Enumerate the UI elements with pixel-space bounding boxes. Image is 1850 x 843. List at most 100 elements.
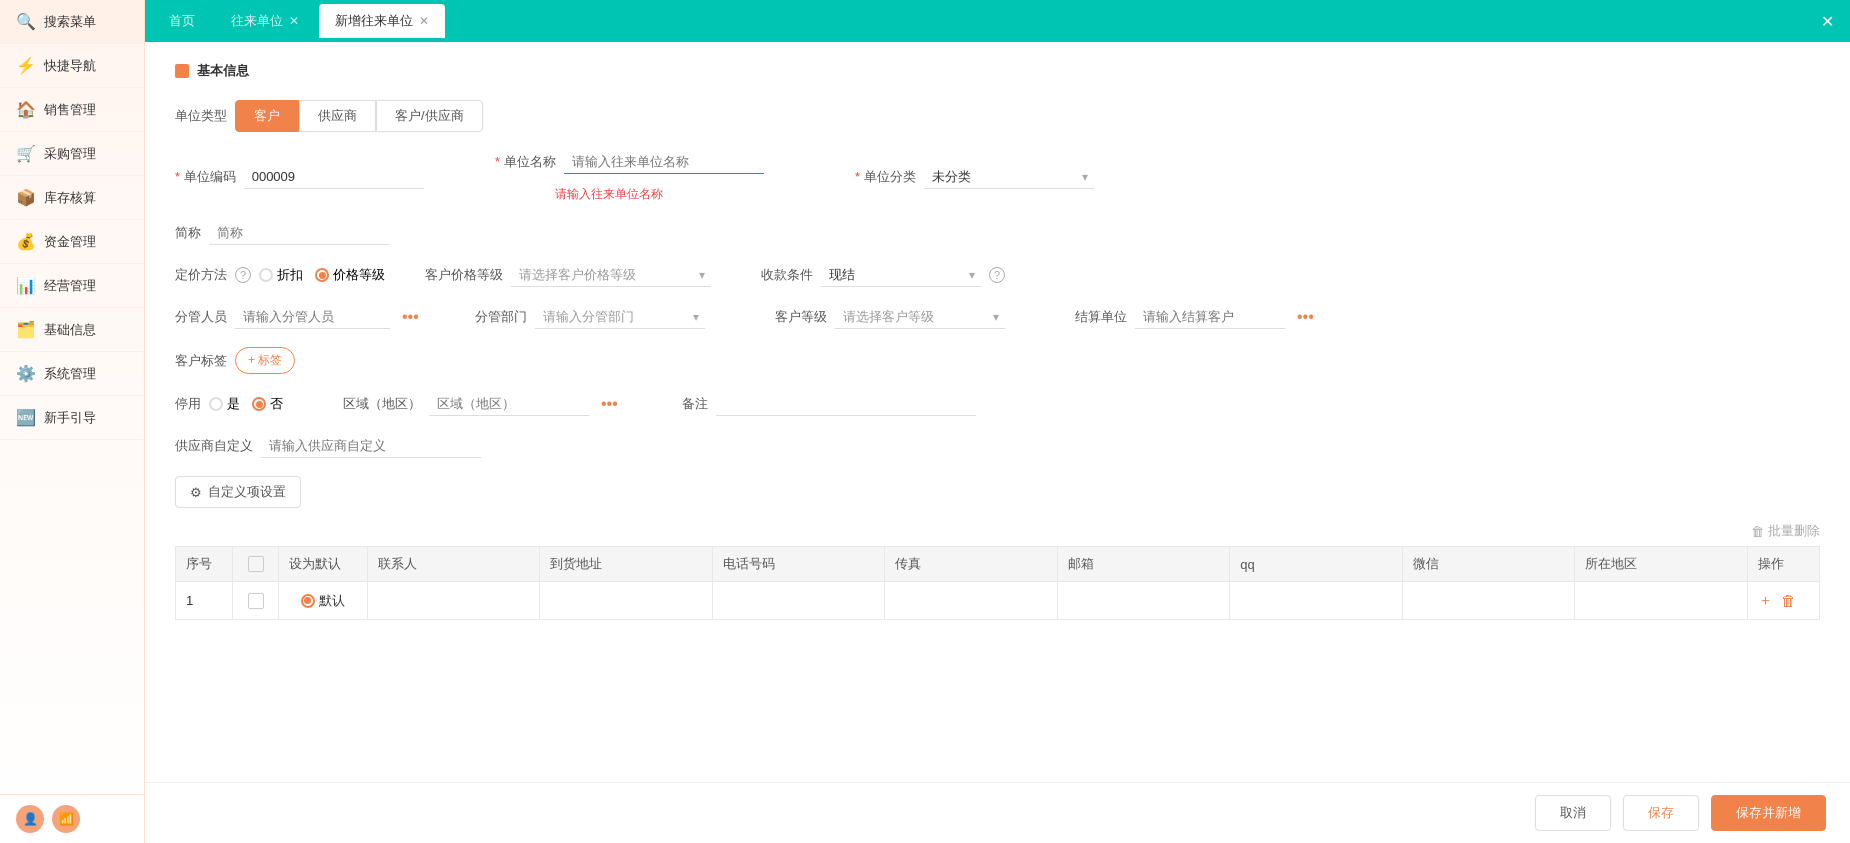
cell-region[interactable] (1575, 582, 1747, 620)
customer-level-select[interactable]: 请选择客户等级 (835, 305, 1005, 329)
section-title: 基本信息 (197, 62, 249, 80)
supplier-custom-input[interactable] (261, 434, 481, 458)
sidebar-item-system[interactable]: ⚙️ 系统管理 (0, 352, 144, 396)
col-checkbox-header[interactable] (233, 547, 278, 582)
cell-address[interactable] (540, 582, 712, 620)
tab-contacts-close[interactable]: ✕ (289, 15, 299, 27)
contact-input[interactable] (378, 589, 498, 612)
sidebar-label-system: 系统管理 (44, 365, 96, 383)
signal-icon[interactable]: 📶 (52, 805, 80, 833)
cell-phone[interactable] (712, 582, 884, 620)
col-phone: 电话号码 (712, 547, 884, 582)
delete-row-button[interactable]: 🗑 (1781, 592, 1796, 609)
note-group: 备注 (682, 392, 976, 416)
manager-group: 分管人员 ••• (175, 305, 455, 329)
customer-price-level-label: 客户价格等级 (425, 266, 503, 284)
cell-fax[interactable] (885, 582, 1057, 620)
region-dots[interactable]: ••• (597, 393, 622, 415)
btn-both[interactable]: 客户/供应商 (376, 100, 483, 132)
sidebar-item-purchase[interactable]: 🛒 采购管理 (0, 132, 144, 176)
payment-terms-help-icon[interactable]: ? (989, 267, 1005, 283)
add-tag-button[interactable]: + 标签 (235, 347, 295, 374)
unit-category-select[interactable]: 未分类 (924, 165, 1094, 189)
sidebar-item-operations[interactable]: 📊 经营管理 (0, 264, 144, 308)
customer-tag-label: 客户标签 (175, 352, 227, 370)
sidebar-item-sales[interactable]: 🏠 销售管理 (0, 88, 144, 132)
customer-level-label: 客户等级 (775, 308, 827, 326)
inventory-icon: 📦 (16, 188, 36, 207)
payment-terms-select[interactable]: 现结 (821, 263, 981, 287)
sidebar-item-search[interactable]: 🔍 搜索菜单 (0, 0, 144, 44)
cell-default[interactable]: 默认 (278, 582, 367, 620)
sidebar-item-finance[interactable]: 💰 资金管理 (0, 220, 144, 264)
email-input[interactable] (1068, 589, 1188, 612)
qq-input[interactable] (1240, 589, 1360, 612)
department-select[interactable]: 请输入分管部门 (535, 305, 705, 329)
unit-name-label: 单位名称 (495, 153, 556, 171)
cell-contact[interactable] (368, 582, 540, 620)
custom-settings-button[interactable]: ⚙ 自定义项设置 (175, 476, 301, 508)
unit-name-input[interactable] (564, 150, 764, 174)
col-region: 所在地区 (1575, 547, 1747, 582)
tab-contacts[interactable]: 往来单位 ✕ (215, 4, 315, 38)
add-row-button[interactable]: ＋ (1758, 591, 1773, 610)
short-name-input[interactable] (209, 221, 389, 245)
save-button[interactable]: 保存 (1623, 795, 1699, 831)
pricing-method-group: 定价方法 ? 折扣 价格等级 (175, 266, 385, 284)
sidebar-item-basic-info[interactable]: 🗂️ 基础信息 (0, 308, 144, 352)
payment-terms-label: 收款条件 (761, 266, 813, 284)
customer-price-level-select[interactable]: 请选择客户价格等级 (511, 263, 711, 287)
address-input[interactable] (550, 589, 670, 612)
sidebar-item-inventory[interactable]: 📦 库存核算 (0, 176, 144, 220)
guide-icon: 🆕 (16, 408, 36, 427)
wechat-input[interactable] (1413, 589, 1533, 612)
radio-discount[interactable]: 折扣 (259, 266, 303, 284)
unit-code-input[interactable] (244, 165, 424, 189)
pricing-row: 定价方法 ? 折扣 价格等级 客户价格等级 请选择客 (175, 263, 1820, 287)
pricing-help-icon[interactable]: ? (235, 267, 251, 283)
btn-customer[interactable]: 客户 (235, 100, 299, 132)
cell-email[interactable] (1057, 582, 1229, 620)
cell-checkbox[interactable] (233, 582, 278, 620)
radio-price-level[interactable]: 价格等级 (315, 266, 385, 284)
cell-wechat[interactable] (1402, 582, 1574, 620)
disabled-group: 停用 是 否 (175, 395, 283, 413)
fax-input[interactable] (895, 589, 1015, 612)
manager-dots[interactable]: ••• (398, 306, 423, 328)
payment-terms-wrapper: 现结 (821, 263, 981, 287)
radio-disabled-no[interactable]: 否 (252, 395, 283, 413)
section-icon (175, 64, 189, 78)
manager-input[interactable] (235, 305, 390, 329)
tab-home-label: 首页 (169, 12, 195, 30)
note-input[interactable] (716, 392, 976, 416)
btn-supplier[interactable]: 供应商 (299, 100, 376, 132)
unit-name-error: 请输入往来单位名称 (555, 187, 663, 201)
supplier-custom-row: 供应商自定义 (175, 434, 1820, 458)
radio-discount-label: 折扣 (277, 266, 303, 284)
user-avatar[interactable]: 👤 (16, 805, 44, 833)
settlement-unit-dots[interactable]: ••• (1293, 306, 1318, 328)
sidebar-item-quick-nav[interactable]: ⚡ 快捷导航 (0, 44, 144, 88)
finance-icon: 💰 (16, 232, 36, 251)
settlement-unit-input[interactable] (1135, 305, 1285, 329)
region-table-input[interactable] (1585, 589, 1705, 612)
tab-new-contact-close[interactable]: ✕ (419, 15, 429, 27)
batch-delete-button[interactable]: 🗑 批量删除 (1751, 522, 1820, 540)
tab-new-contact[interactable]: 新增往来单位 ✕ (319, 4, 445, 38)
cancel-button[interactable]: 取消 (1535, 795, 1611, 831)
radio-disabled-yes[interactable]: 是 (209, 395, 240, 413)
tab-home[interactable]: 首页 (153, 4, 211, 38)
cell-qq[interactable] (1230, 582, 1402, 620)
region-input[interactable] (429, 392, 589, 416)
system-icon: ⚙️ (16, 364, 36, 383)
sidebar-label-sales: 销售管理 (44, 101, 96, 119)
sidebar: 🔍 搜索菜单 ⚡ 快捷导航 🏠 销售管理 🛒 采购管理 📦 库存核算 💰 资金管… (0, 0, 145, 843)
default-radio[interactable] (301, 594, 315, 608)
phone-input[interactable] (723, 589, 843, 612)
save-new-button[interactable]: 保存并新增 (1711, 795, 1826, 831)
close-all-tabs[interactable]: ✕ (1813, 8, 1842, 35)
disabled-label: 停用 (175, 395, 201, 413)
department-label: 分管部门 (475, 308, 527, 326)
sidebar-item-guide[interactable]: 🆕 新手引导 (0, 396, 144, 440)
col-wechat: 微信 (1402, 547, 1574, 582)
